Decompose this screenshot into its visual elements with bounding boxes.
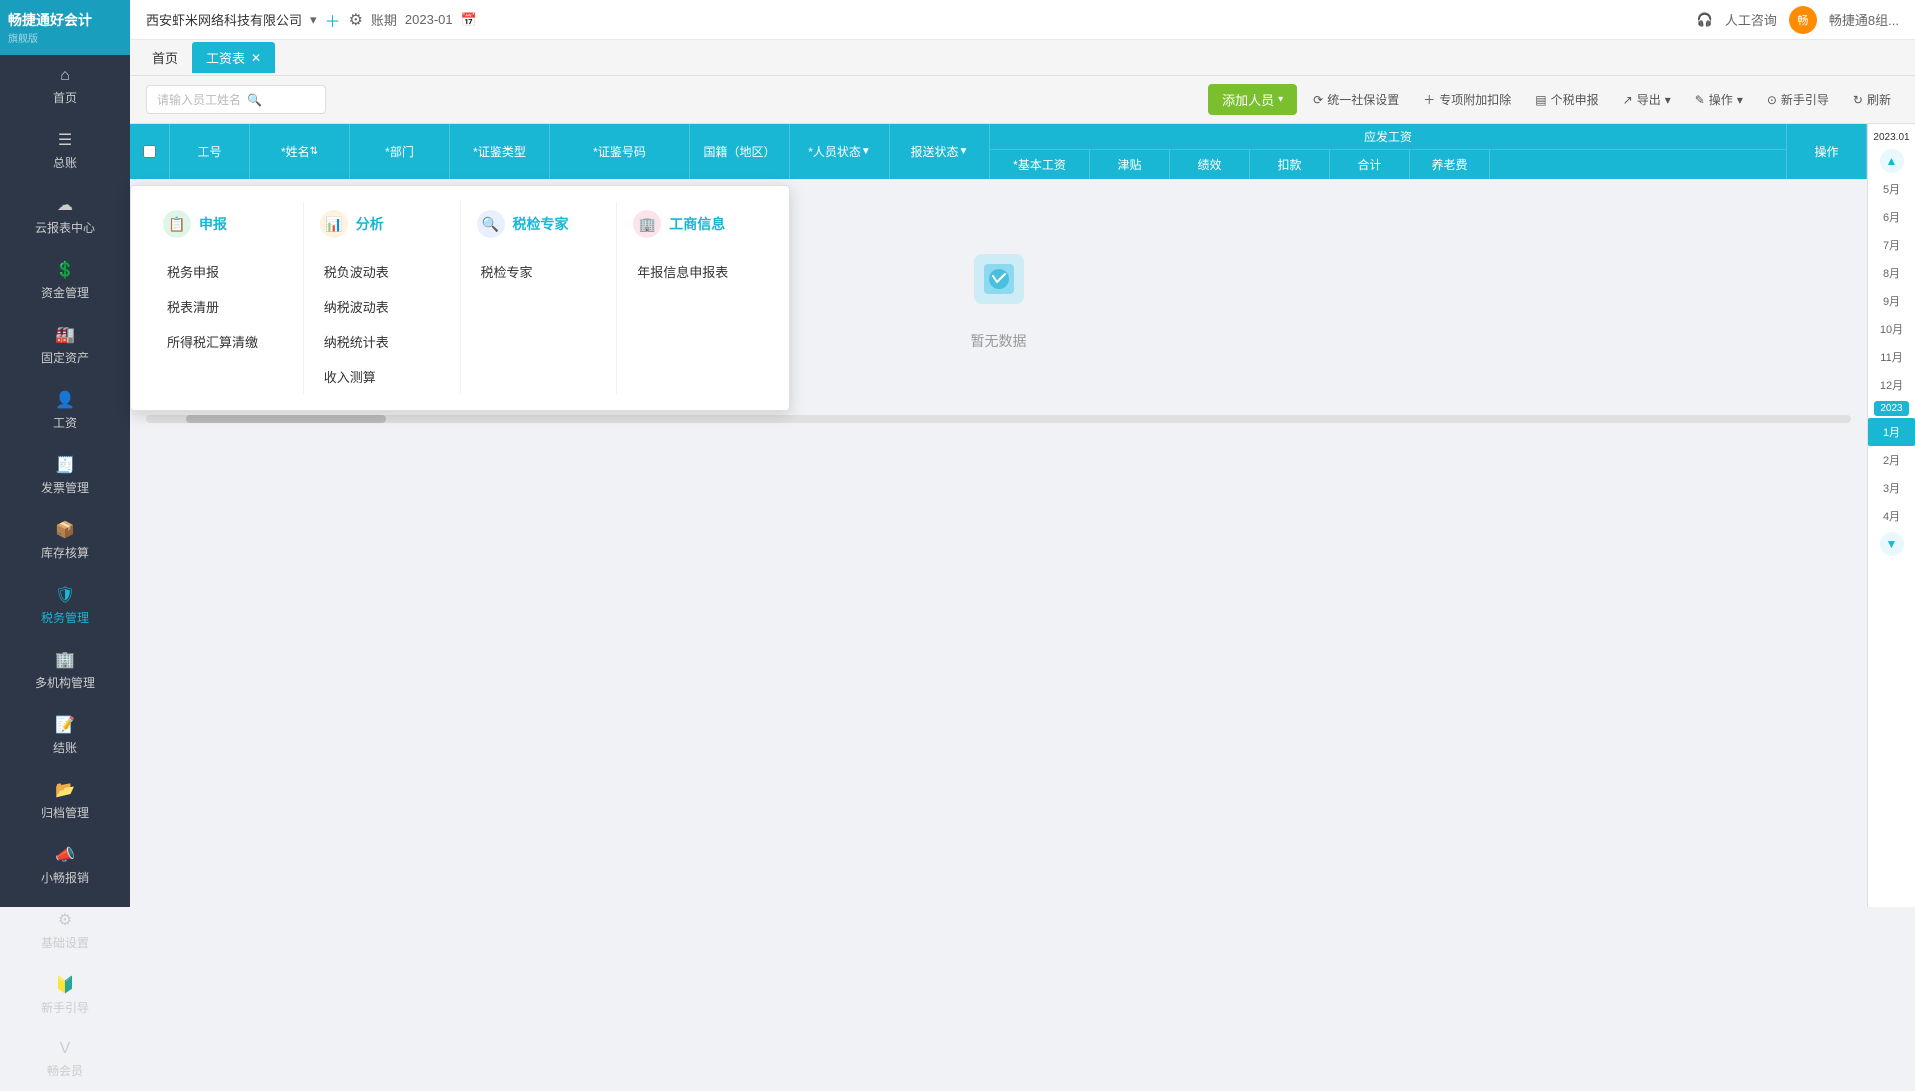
expert-icon: 🔍 xyxy=(477,210,505,238)
menu-section-business: 🏢 工商信息 年报信息申报表 xyxy=(617,202,773,394)
menu-item-tax-declaration[interactable]: 税务申报 xyxy=(163,254,287,289)
menu-item-income-tax[interactable]: 所得税汇算清缴 xyxy=(163,324,287,359)
sidebar-item-vip[interactable]: V 畅会员 xyxy=(0,1028,130,1091)
dropdown-overlay[interactable] xyxy=(0,0,1915,907)
sidebar-label-guide: 新手引导 xyxy=(41,999,89,1016)
menu-section-business-header: 🏢 工商信息 xyxy=(633,202,757,246)
expert-title: 税检专家 xyxy=(513,214,569,234)
business-icon: 🏢 xyxy=(633,210,661,238)
settings-icon: ⚙ xyxy=(58,910,72,930)
declaration-title: 申报 xyxy=(199,214,227,234)
menu-section-declaration: 📋 申报 税务申报 税表清册 所得税汇算清缴 xyxy=(147,202,304,394)
menu-item-tax-expert[interactable]: 税检专家 xyxy=(477,254,601,289)
menu-item-tax-stats[interactable]: 纳税统计表 xyxy=(320,324,444,359)
menu-section-expert-header: 🔍 税检专家 xyxy=(477,202,601,246)
guide-icon: 🔰 xyxy=(55,975,75,995)
dropdown-menu: 📋 申报 税务申报 税表清册 所得税汇算清缴 📊 分析 税负波动表 纳税波动表 … xyxy=(130,185,790,411)
sidebar-label-vip: 畅会员 xyxy=(47,1062,83,1079)
menu-item-tax-burden[interactable]: 税负波动表 xyxy=(320,254,444,289)
menu-section-declaration-header: 📋 申报 xyxy=(163,202,287,246)
sidebar-item-guide[interactable]: 🔰 新手引导 xyxy=(0,963,130,1028)
menu-section-analysis: 📊 分析 税负波动表 纳税波动表 纳税统计表 收入测算 xyxy=(304,202,461,394)
menu-item-tax-change[interactable]: 纳税波动表 xyxy=(320,289,444,324)
menu-item-tax-table[interactable]: 税表清册 xyxy=(163,289,287,324)
declaration-icon: 📋 xyxy=(163,210,191,238)
menu-section-analysis-header: 📊 分析 xyxy=(320,202,444,246)
analysis-title: 分析 xyxy=(356,214,384,234)
business-title: 工商信息 xyxy=(669,214,725,234)
menu-item-annual-report[interactable]: 年报信息申报表 xyxy=(633,254,757,289)
sidebar-label-settings: 基础设置 xyxy=(41,934,89,951)
menu-item-income-calc[interactable]: 收入测算 xyxy=(320,359,444,394)
sidebar-item-settings[interactable]: ⚙ 基础设置 xyxy=(0,898,130,963)
analysis-icon: 📊 xyxy=(320,210,348,238)
menu-sections: 📋 申报 税务申报 税表清册 所得税汇算清缴 📊 分析 税负波动表 纳税波动表 … xyxy=(147,202,773,394)
vip-icon: V xyxy=(60,1040,71,1058)
menu-section-expert: 🔍 税检专家 税检专家 xyxy=(461,202,618,394)
